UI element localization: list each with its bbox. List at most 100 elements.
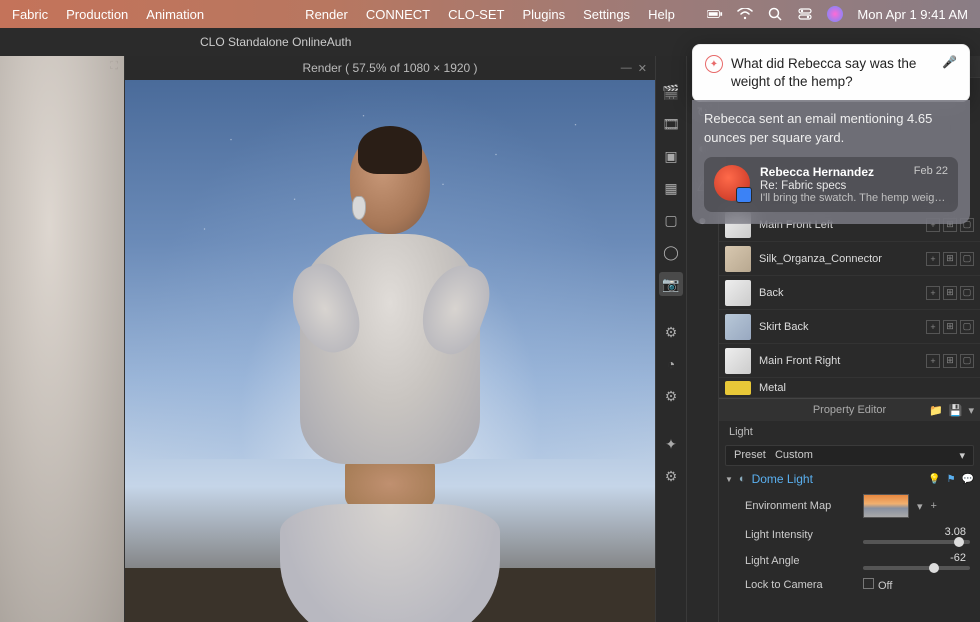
- disclosure-triangle-icon[interactable]: ▼: [725, 475, 733, 484]
- prop-save-icon[interactable]: 💾: [949, 404, 963, 417]
- menu-plugins[interactable]: Plugins: [522, 7, 565, 22]
- email-sender: Rebecca Hernandez: [760, 165, 874, 179]
- light-row: Light: [719, 421, 980, 443]
- render-info-label: Render ( 57.5% of 1080 × 1920 ): [302, 61, 477, 75]
- env-map-label: Environment Map: [745, 500, 855, 512]
- preset-dropdown[interactable]: Preset Custom ▾: [725, 445, 974, 466]
- object-add-icon[interactable]: +: [926, 286, 940, 300]
- render-header: Render ( 57.5% of 1080 × 1920 ) — ✕: [125, 56, 655, 80]
- object-row[interactable]: Skirt Back +⊞▢: [719, 310, 980, 344]
- prop-menu-icon[interactable]: ▾: [968, 404, 974, 417]
- wifi-icon[interactable]: [737, 6, 753, 22]
- tool-layers-icon[interactable]: ▢: [659, 208, 683, 232]
- tool-snapshot-icon[interactable]: 📷: [659, 272, 683, 296]
- siri-query-icon: ✦: [705, 55, 723, 73]
- object-name: Main Front Right: [759, 355, 918, 367]
- object-row[interactable]: Back +⊞▢: [719, 276, 980, 310]
- spotlight-overlay: ✦ What did Rebecca say was the weight of…: [692, 44, 970, 224]
- menu-production[interactable]: Production: [66, 7, 128, 22]
- spotlight-query-box[interactable]: ✦ What did Rebecca say was the weight of…: [692, 44, 970, 102]
- object-row[interactable]: Silk_Organza_Connector +⊞▢: [719, 242, 980, 276]
- menu-connect[interactable]: CONNECT: [366, 7, 430, 22]
- tool-film-icon[interactable]: 🎞: [659, 112, 683, 136]
- object-add-icon[interactable]: +: [926, 320, 940, 334]
- light-intensity-label: Light Intensity: [745, 529, 855, 541]
- dome-light-row[interactable]: ▼ ◐ Dome Light 💡 ⚑ 💬: [719, 468, 980, 490]
- render-toolstrip: 🎬 🎞 ▣ ▦ ▢ ◯ 📷 ⚙ ◔ ⚙ ✦ ⚙: [655, 56, 687, 622]
- tool-wand-icon[interactable]: ✦: [659, 432, 683, 456]
- dome-light-label: Dome Light: [752, 472, 813, 486]
- object-square-icon[interactable]: ▢: [960, 320, 974, 334]
- tool-gear2-icon[interactable]: ⚙: [659, 384, 683, 408]
- tool-image-icon[interactable]: ▦: [659, 176, 683, 200]
- object-grid-icon[interactable]: ⊞: [943, 252, 957, 266]
- light-intensity-slider[interactable]: [863, 540, 970, 544]
- tool-camera2-icon[interactable]: ◔: [659, 352, 683, 376]
- flag-icon[interactable]: ⚑: [947, 474, 956, 485]
- tool-record-icon[interactable]: ▣: [659, 144, 683, 168]
- object-swatch-icon: [725, 381, 751, 395]
- tool-camera-icon[interactable]: ◯: [659, 240, 683, 264]
- env-map-dropdown-icon[interactable]: ▾: [917, 500, 923, 513]
- app-menu-center: Render CONNECT CLO-SET Plugins Settings …: [305, 7, 675, 22]
- property-editor-header: Property Editor 📁 💾 ▾: [719, 399, 980, 421]
- env-map-add-icon[interactable]: +: [931, 500, 937, 512]
- lock-camera-checkbox[interactable]: Off: [863, 578, 892, 592]
- model-head: [350, 134, 430, 234]
- window-title: CLO Standalone OnlineAuth: [200, 35, 351, 49]
- env-map-thumbnail[interactable]: [863, 494, 909, 518]
- render-viewport[interactable]: [125, 80, 655, 622]
- lightbulb-icon[interactable]: 💡: [928, 474, 940, 485]
- light-intensity-field: Light Intensity 3.08: [719, 522, 980, 548]
- spotlight-answer-panel: Rebecca sent an email mentioning 4.65 ou…: [692, 100, 970, 223]
- object-square-icon[interactable]: ▢: [960, 354, 974, 368]
- prop-open-icon[interactable]: 📁: [929, 404, 943, 417]
- object-add-icon[interactable]: +: [926, 252, 940, 266]
- object-swatch-icon: [725, 246, 751, 272]
- model-garment-skirt: [280, 504, 500, 622]
- menu-settings[interactable]: Settings: [583, 7, 630, 22]
- battery-icon[interactable]: [707, 6, 723, 22]
- light-angle-label: Light Angle: [745, 555, 855, 567]
- tool-gear-icon[interactable]: ⚙: [659, 320, 683, 344]
- sender-avatar: [714, 165, 750, 201]
- microphone-icon[interactable]: 🎤: [942, 55, 957, 69]
- app-menu-left: Fabric Production Animation: [12, 7, 204, 22]
- control-center-icon[interactable]: [797, 6, 813, 22]
- menubar-datetime[interactable]: Mon Apr 1 9:41 AM: [857, 7, 968, 22]
- object-square-icon[interactable]: ▢: [960, 286, 974, 300]
- object-grid-icon[interactable]: ⊞: [943, 354, 957, 368]
- render-close-icon[interactable]: ✕: [638, 62, 647, 75]
- object-grid-icon[interactable]: ⊞: [943, 286, 957, 300]
- light-angle-slider[interactable]: [863, 566, 970, 570]
- object-square-icon[interactable]: ▢: [960, 252, 974, 266]
- menu-closet[interactable]: CLO-SET: [448, 7, 504, 22]
- menu-animation[interactable]: Animation: [146, 7, 204, 22]
- menu-render[interactable]: Render: [305, 7, 348, 22]
- object-row[interactable]: Main Front Right +⊞▢: [719, 344, 980, 378]
- lock-camera-label: Lock to Camera: [745, 579, 855, 591]
- object-grid-icon[interactable]: ⊞: [943, 320, 957, 334]
- email-preview: I'll bring the swatch. The hemp weighs…: [760, 192, 948, 204]
- search-icon[interactable]: [767, 6, 783, 22]
- menu-fabric[interactable]: Fabric: [12, 7, 48, 22]
- siri-icon[interactable]: [827, 6, 843, 22]
- object-name: Back: [759, 287, 918, 299]
- model-hair: [358, 126, 422, 174]
- wireframe-3d-panel[interactable]: ⛶: [0, 56, 125, 622]
- system-status: Mon Apr 1 9:41 AM: [707, 6, 968, 22]
- tool-gear3-icon[interactable]: ⚙: [659, 464, 683, 488]
- model-garment-top: [300, 234, 480, 464]
- object-row[interactable]: Metal: [719, 378, 980, 398]
- object-add-icon[interactable]: +: [926, 354, 940, 368]
- chevron-down-icon: ▾: [959, 449, 965, 462]
- spotlight-answer-text: Rebecca sent an email mentioning 4.65 ou…: [704, 110, 958, 146]
- environment-map-field: Environment Map ▾ +: [719, 490, 980, 522]
- menu-help[interactable]: Help: [648, 7, 675, 22]
- tool-clapperboard-icon[interactable]: 🎬: [659, 80, 683, 104]
- object-name: Silk_Organza_Connector: [759, 253, 918, 265]
- object-swatch-icon: [725, 314, 751, 340]
- chat-icon[interactable]: 💬: [962, 474, 974, 485]
- email-result-card[interactable]: Rebecca Hernandez Feb 22 Re: Fabric spec…: [704, 157, 958, 212]
- render-minimize-icon[interactable]: —: [621, 62, 632, 75]
